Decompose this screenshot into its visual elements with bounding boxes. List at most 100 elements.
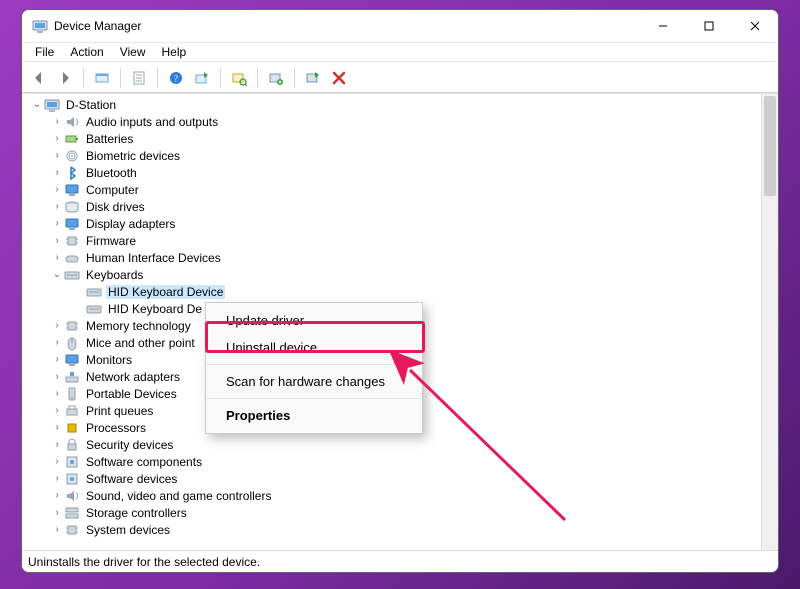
- printer-icon: [64, 403, 80, 419]
- nav-forward-button[interactable]: [54, 67, 76, 89]
- monitor-icon: [64, 182, 80, 198]
- chevron-right-icon[interactable]: ›: [50, 422, 64, 433]
- menubar: File Action View Help: [22, 42, 778, 62]
- chevron-right-icon[interactable]: ›: [50, 388, 64, 399]
- ctx-properties[interactable]: Properties: [206, 402, 422, 429]
- chevron-right-icon[interactable]: ›: [50, 201, 64, 212]
- scrollbar-thumb[interactable]: [764, 96, 776, 196]
- battery-icon: [64, 131, 80, 147]
- chevron-right-icon[interactable]: ›: [50, 507, 64, 518]
- tree-category-9[interactable]: ⌄ Keyboards: [28, 266, 761, 283]
- chevron-right-icon[interactable]: ›: [50, 439, 64, 450]
- chevron-right-icon[interactable]: ›: [50, 235, 64, 246]
- pc-icon: [44, 97, 60, 113]
- chevron-right-icon[interactable]: ›: [50, 456, 64, 467]
- chevron-right-icon[interactable]: ›: [50, 167, 64, 178]
- tree-category-19[interactable]: ›Software devices: [28, 470, 761, 487]
- tree-category-6[interactable]: › Display adapters: [28, 215, 761, 232]
- tree-category-7[interactable]: › Firmware: [28, 232, 761, 249]
- tree-category-18[interactable]: ›Software components: [28, 453, 761, 470]
- minimize-button[interactable]: [640, 10, 686, 42]
- tree-item-label: Keyboards: [84, 268, 145, 282]
- tree-item-label: Bluetooth: [84, 166, 139, 180]
- vertical-scrollbar[interactable]: [761, 94, 778, 550]
- bluetooth-icon: [64, 165, 80, 181]
- tree-item-label: Display adapters: [84, 217, 177, 231]
- titlebar: Device Manager: [22, 10, 778, 42]
- tree-category-2[interactable]: › Biometric devices: [28, 147, 761, 164]
- show-hidden-button[interactable]: [91, 67, 113, 89]
- maximize-button[interactable]: [686, 10, 732, 42]
- disk-icon: [64, 199, 80, 215]
- uninstall-device-button[interactable]: [328, 67, 350, 89]
- monitor-icon: [64, 216, 80, 232]
- tree-root[interactable]: ⌄ D-Station: [28, 96, 761, 113]
- tree-item-label: Firmware: [84, 234, 138, 248]
- component-icon: [64, 454, 80, 470]
- toolbar-separator: [220, 68, 221, 88]
- tree-item-label: Disk drives: [84, 200, 147, 214]
- tree-category-8[interactable]: ›Human Interface Devices: [28, 249, 761, 266]
- chevron-right-icon[interactable]: ›: [50, 354, 64, 365]
- properties-button[interactable]: [128, 67, 150, 89]
- tree-item-label: Mice and other point: [84, 336, 197, 350]
- chevron-down-icon[interactable]: ⌄: [30, 99, 44, 110]
- tree-item-label: Sound, video and game controllers: [84, 489, 273, 503]
- status-text: Uninstalls the driver for the selected d…: [28, 555, 260, 569]
- tree-category-22[interactable]: › System devices: [28, 521, 761, 538]
- chevron-right-icon[interactable]: ›: [50, 405, 64, 416]
- tree-leaf-9-0[interactable]: ›HID Keyboard Device: [28, 283, 761, 300]
- chevron-down-icon[interactable]: ⌄: [50, 269, 64, 280]
- update-driver-button[interactable]: [191, 67, 213, 89]
- tree-category-0[interactable]: › Audio inputs and outputs: [28, 113, 761, 130]
- lock-icon: [64, 437, 80, 453]
- tree-category-4[interactable]: › Computer: [28, 181, 761, 198]
- chevron-right-icon[interactable]: ›: [50, 371, 64, 382]
- chevron-right-icon[interactable]: ›: [50, 133, 64, 144]
- chevron-right-icon[interactable]: ›: [50, 116, 64, 127]
- tree-item-label: Print queues: [84, 404, 155, 418]
- chevron-right-icon[interactable]: ›: [50, 320, 64, 331]
- scan-hardware-button[interactable]: [228, 67, 250, 89]
- svg-text:?: ?: [174, 74, 179, 85]
- enable-device-button[interactable]: [302, 67, 324, 89]
- tree-category-20[interactable]: › Sound, video and game controllers: [28, 487, 761, 504]
- menu-help[interactable]: Help: [155, 44, 194, 60]
- tree-item-label: Audio inputs and outputs: [84, 115, 220, 129]
- tree-category-17[interactable]: ›Security devices: [28, 436, 761, 453]
- cpu-icon: [64, 420, 80, 436]
- menu-action[interactable]: Action: [63, 44, 110, 60]
- mouse-icon: [64, 335, 80, 351]
- chevron-right-icon[interactable]: ›: [50, 473, 64, 484]
- chevron-right-icon[interactable]: ›: [50, 337, 64, 348]
- chevron-right-icon[interactable]: ›: [50, 490, 64, 501]
- status-bar: Uninstalls the driver for the selected d…: [22, 550, 778, 572]
- tree-item-label: Biometric devices: [84, 149, 182, 163]
- tree-item-label: D-Station: [64, 98, 118, 112]
- close-button[interactable]: [732, 10, 778, 42]
- speaker-icon: [64, 114, 80, 130]
- ctx-update-driver[interactable]: Update driver: [206, 307, 422, 334]
- tree-item-label: System devices: [84, 523, 172, 537]
- speaker-icon: [64, 488, 80, 504]
- chip-icon: [64, 318, 80, 334]
- chevron-right-icon[interactable]: ›: [50, 150, 64, 161]
- nav-back-button[interactable]: [28, 67, 50, 89]
- menu-file[interactable]: File: [28, 44, 61, 60]
- tree-category-3[interactable]: › Bluetooth: [28, 164, 761, 181]
- tree-category-5[interactable]: › Disk drives: [28, 198, 761, 215]
- keyboard-icon: [64, 267, 80, 283]
- help-button[interactable]: ?: [165, 67, 187, 89]
- chevron-right-icon[interactable]: ›: [50, 184, 64, 195]
- add-legacy-button[interactable]: [265, 67, 287, 89]
- tree-category-1[interactable]: ›Batteries: [28, 130, 761, 147]
- ctx-uninstall-device[interactable]: Uninstall device: [206, 334, 422, 361]
- chevron-right-icon[interactable]: ›: [50, 524, 64, 535]
- chevron-right-icon[interactable]: ›: [50, 218, 64, 229]
- menu-view[interactable]: View: [113, 44, 153, 60]
- tree-item-label: Memory technology: [84, 319, 193, 333]
- tree-item-label: Computer: [84, 183, 141, 197]
- chevron-right-icon[interactable]: ›: [50, 252, 64, 263]
- ctx-scan-hardware[interactable]: Scan for hardware changes: [206, 368, 422, 395]
- tree-category-21[interactable]: ›Storage controllers: [28, 504, 761, 521]
